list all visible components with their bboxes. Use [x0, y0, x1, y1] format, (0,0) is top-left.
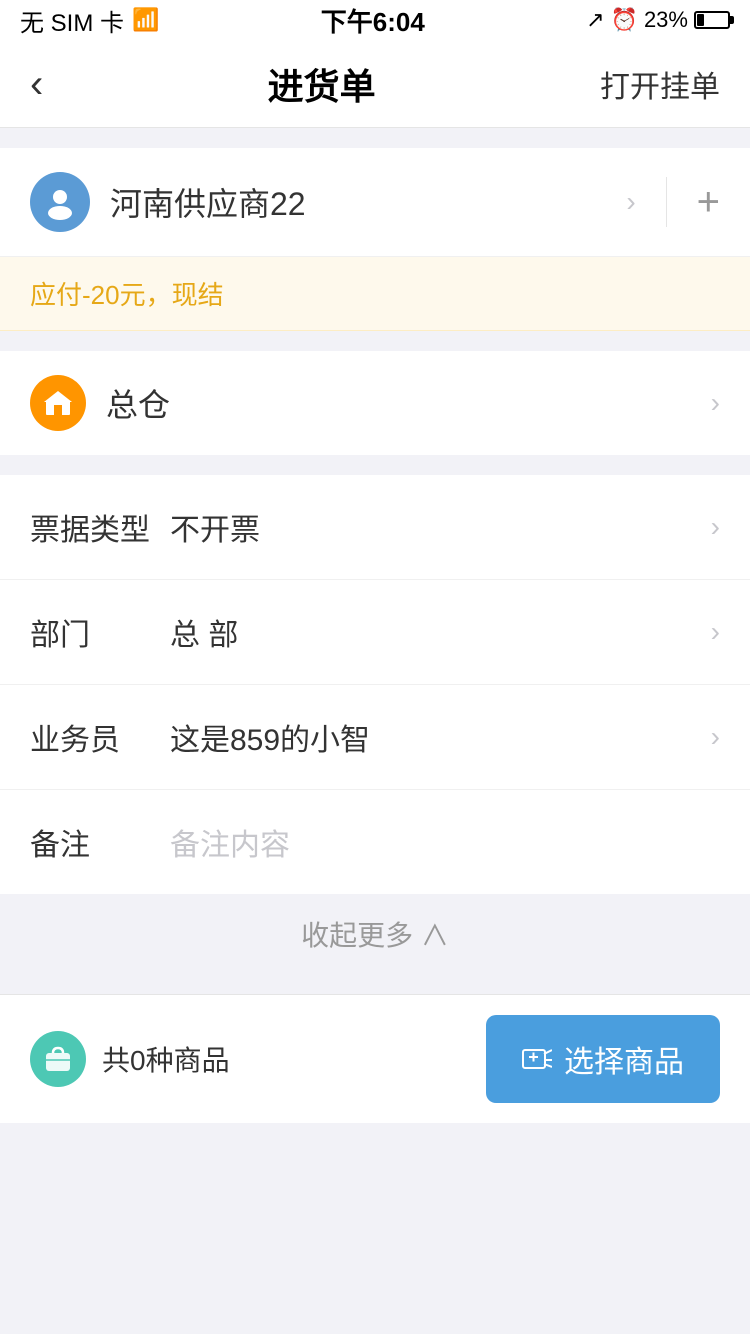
invoice-chevron-icon: › [711, 511, 720, 543]
dept-label: 部门 [30, 610, 170, 654]
product-count-wrap: 共0种商品 [30, 1031, 230, 1087]
back-button[interactable]: ‹ [30, 64, 43, 104]
invoice-row[interactable]: 票据类型 不开票 › [0, 475, 750, 579]
wifi-icon: 📶 [132, 7, 159, 33]
remark-label: 备注 [30, 820, 170, 864]
collapse-row[interactable]: 收起更多 ∧ [0, 894, 750, 974]
form-section: 票据类型 不开票 › 部门 总 部 › 业务员 这是859的小智 › 备注 备注… [0, 475, 750, 894]
warehouse-icon [30, 375, 86, 431]
supplier-row[interactable]: 河南供应商22 › + [0, 148, 750, 257]
warehouse-chevron-icon: › [711, 387, 720, 419]
collapse-label: 收起更多 ∧ [301, 914, 449, 954]
battery-icon [694, 11, 730, 29]
status-bar: 无 SIM 卡 📶 下午6:04 ↗ ⏰ 23% [0, 0, 750, 40]
time-label: 下午6:04 [321, 2, 425, 39]
status-left: 无 SIM 卡 📶 [20, 3, 159, 38]
salesperson-value: 这是859的小智 [170, 715, 711, 759]
location-icon: ↗ [586, 7, 604, 33]
page-title: 进货单 [268, 58, 376, 110]
notice-text: 应付-20元，现结 [30, 280, 224, 310]
product-bag-icon [30, 1031, 86, 1087]
warehouse-name: 总仓 [106, 380, 711, 426]
status-right: ↗ ⏰ 23% [586, 7, 730, 33]
supplier-name: 河南供应商22 [110, 179, 626, 225]
bag-svg [42, 1043, 74, 1075]
gap-4 [0, 974, 750, 994]
gap-2 [0, 331, 750, 351]
nav-bar: ‹ 进货单 打开挂单 [0, 40, 750, 128]
dept-value: 总 部 [170, 610, 711, 654]
select-product-label: 选择商品 [564, 1037, 684, 1081]
warehouse-row[interactable]: 总仓 › [0, 351, 750, 455]
dept-row[interactable]: 部门 总 部 › [0, 579, 750, 684]
carrier-label: 无 SIM 卡 [20, 3, 124, 38]
salesperson-chevron-icon: › [711, 721, 720, 753]
salesperson-label: 业务员 [30, 715, 170, 759]
gap-1 [0, 128, 750, 148]
battery-pct: 23% [644, 7, 688, 33]
alarm-icon: ⏰ [611, 7, 638, 33]
gap-3 [0, 455, 750, 475]
bottom-bar: 共0种商品 选择商品 [0, 994, 750, 1123]
open-pending-button[interactable]: 打开挂单 [600, 62, 720, 106]
supplier-section: 河南供应商22 › + 应付-20元，现结 [0, 148, 750, 331]
add-supplier-button[interactable]: + [697, 180, 720, 225]
supplier-chevron-icon: › [626, 186, 635, 218]
select-product-button[interactable]: 选择商品 [486, 1015, 720, 1103]
remark-input[interactable]: 备注内容 [170, 820, 720, 864]
product-count-text: 共0种商品 [102, 1039, 230, 1079]
invoice-value: 不开票 [170, 505, 711, 549]
remark-row[interactable]: 备注 备注内容 [0, 789, 750, 894]
avatar-icon [42, 184, 78, 220]
warehouse-svg [43, 388, 73, 418]
warehouse-section: 总仓 › [0, 351, 750, 455]
supplier-avatar [30, 172, 90, 232]
select-product-icon [522, 1045, 552, 1073]
notice-bar: 应付-20元，现结 [0, 257, 750, 331]
dept-chevron-icon: › [711, 616, 720, 648]
invoice-label: 票据类型 [30, 505, 170, 549]
salesperson-row[interactable]: 业务员 这是859的小智 › [0, 684, 750, 789]
divider [666, 177, 667, 227]
